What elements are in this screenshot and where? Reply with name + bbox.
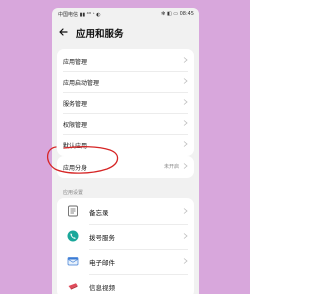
phone-icon xyxy=(67,230,79,242)
chevron-right-icon xyxy=(183,233,188,239)
status-bar: 中国电信 ▮▮ ⁴ᴳ ᐩ ◐ ✻ ◧ ▭ 08:45 xyxy=(52,8,199,20)
list-item-label: 默认应用 xyxy=(63,143,88,150)
list-item-service-management[interactable]: 服务管理 xyxy=(57,92,194,113)
chevron-right-icon xyxy=(183,120,188,126)
memo-icon xyxy=(68,205,78,217)
list-item-app-management[interactable]: 应用管理 xyxy=(57,50,194,71)
list-item-app-launch[interactable]: 应用启动管理 xyxy=(57,71,194,92)
app-twin-card: 应用分身 未开启 xyxy=(57,156,194,178)
chevron-right-icon xyxy=(183,208,188,214)
list-item-app-twin[interactable]: 应用分身 未开启 xyxy=(57,156,194,177)
screenshot-frame: 中国电信 ▮▮ ⁴ᴳ ᐩ ◐ ✻ ◧ ▭ 08:45 应用和服务 应用管理 应用… xyxy=(0,0,250,294)
list-item-video[interactable]: 信息视频 xyxy=(57,274,194,294)
list-item-label: 应用分身 xyxy=(63,165,88,172)
list-item-default-apps[interactable]: 默认应用 xyxy=(57,134,194,155)
section-header: 应用设置 xyxy=(63,190,84,196)
chevron-right-icon xyxy=(183,99,188,105)
list-item-dialer[interactable]: 拨号服务 xyxy=(57,224,194,249)
app-settings-card: 备忘录 拨号服务 电子邮件 信息视频 xyxy=(57,198,194,294)
chevron-right-icon xyxy=(183,141,188,147)
list-item-label: 应用管理 xyxy=(63,59,88,66)
chevron-right-icon xyxy=(183,258,188,264)
app-twin-status: 未开启 xyxy=(163,164,179,170)
list-item-memo[interactable]: 备忘录 xyxy=(57,199,194,224)
phone-screen: 中国电信 ▮▮ ⁴ᴳ ᐩ ◐ ✻ ◧ ▭ 08:45 应用和服务 应用管理 应用… xyxy=(52,8,199,294)
email-icon xyxy=(67,257,79,266)
list-item-email[interactable]: 电子邮件 xyxy=(57,249,194,274)
page-title: 应用和服务 xyxy=(76,29,124,40)
video-icon xyxy=(68,283,78,290)
list-item-label: 电子邮件 xyxy=(89,259,115,267)
list-item-label: 应用启动管理 xyxy=(63,80,100,87)
status-bar-clock: ✻ ◧ ▭ 08:45 xyxy=(161,11,194,17)
back-arrow-icon[interactable] xyxy=(57,25,71,39)
list-item-label: 拨号服务 xyxy=(89,234,115,242)
chevron-right-icon xyxy=(183,57,188,63)
list-item-label: 服务管理 xyxy=(63,101,88,108)
list-item-label: 备忘录 xyxy=(89,209,109,217)
chevron-right-icon xyxy=(183,163,188,169)
chevron-right-icon xyxy=(183,78,188,84)
main-settings-card: 应用管理 应用启动管理 服务管理 权限管理 默认应用 xyxy=(57,49,194,156)
app-bar: 应用和服务 xyxy=(52,22,199,44)
status-bar-carrier: 中国电信 ▮▮ ⁴ᴳ ᐩ ◐ xyxy=(58,12,101,18)
list-item-label: 信息视频 xyxy=(89,284,115,292)
list-item-permission-management[interactable]: 权限管理 xyxy=(57,113,194,134)
list-item-label: 权限管理 xyxy=(63,122,88,129)
